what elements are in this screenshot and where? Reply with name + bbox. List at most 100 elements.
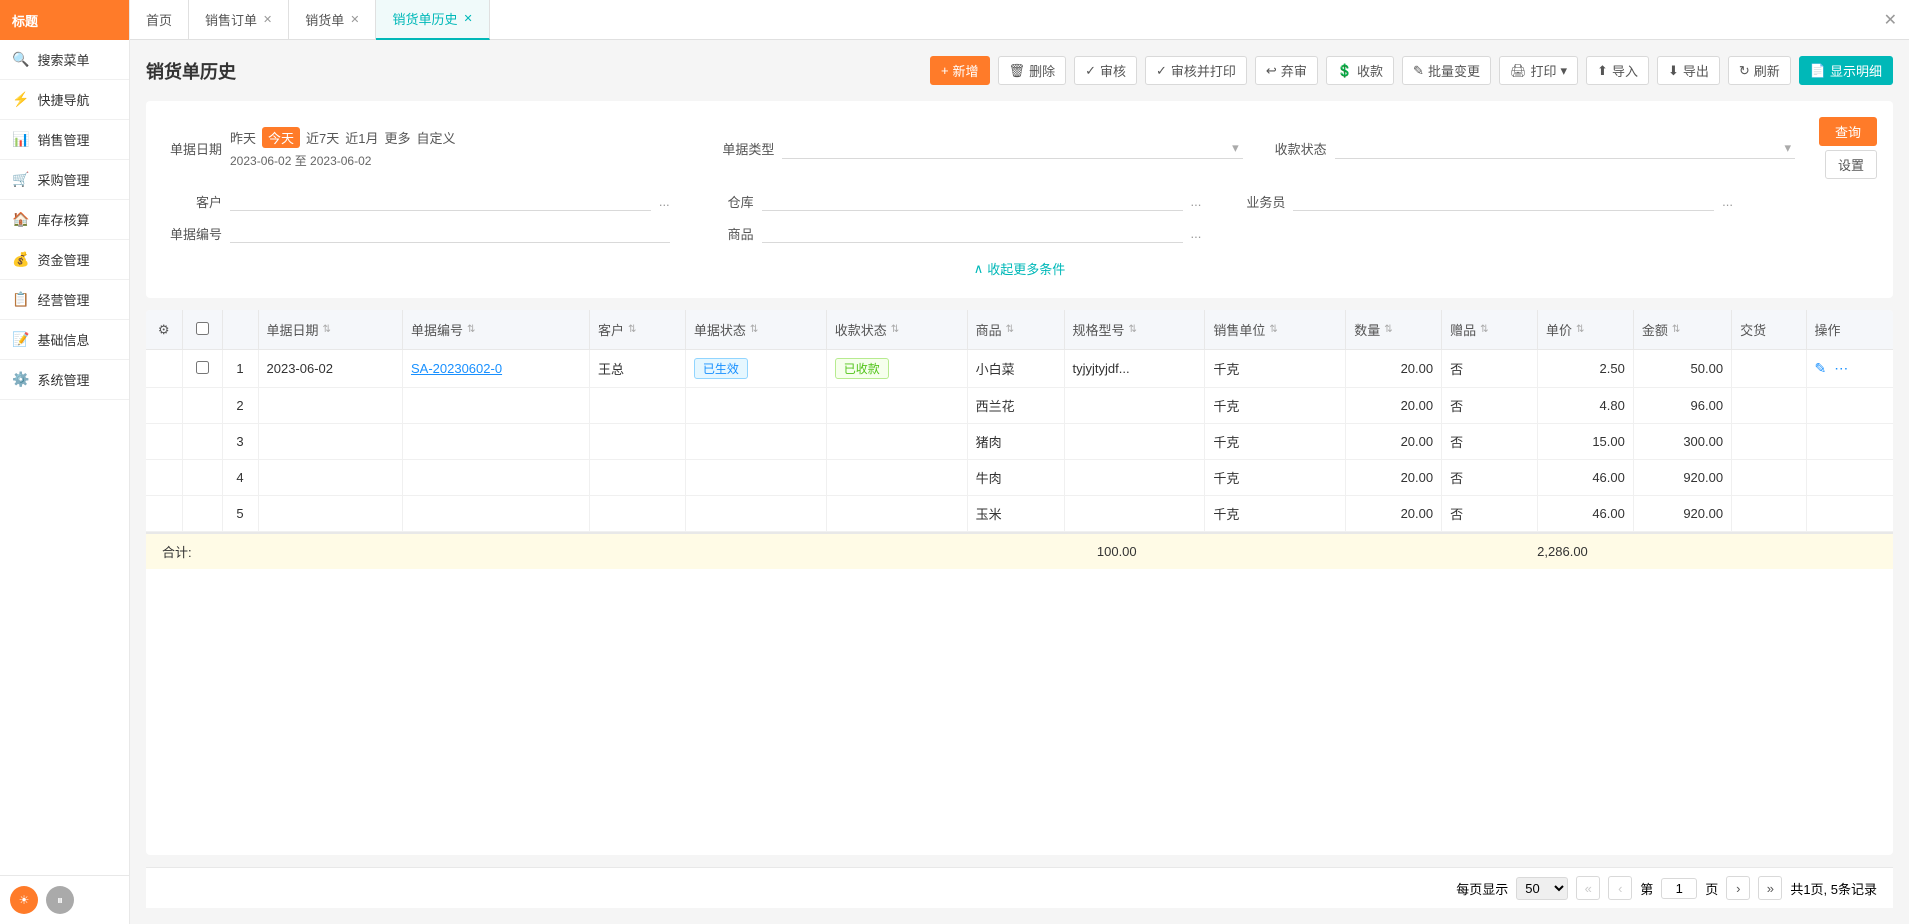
abandon-button[interactable]: ↩ 弃审 (1255, 56, 1318, 85)
filter-item-salesperson: 业务员 ... (1225, 191, 1733, 211)
page-input[interactable] (1661, 878, 1697, 899)
sidebar-item-sales-mgmt[interactable]: 📊 销售管理 (0, 120, 129, 160)
col-payment-status[interactable]: 收款状态⇅ (826, 310, 967, 350)
batch-change-button[interactable]: ✎ 批量变更 (1402, 56, 1491, 85)
cell-doc-status (685, 460, 826, 496)
last-page-btn[interactable]: » (1758, 876, 1782, 900)
docno-input[interactable] (230, 223, 670, 243)
add-button[interactable]: + 新增 (930, 56, 990, 85)
col-amount[interactable]: 金额⇅ (1633, 310, 1731, 350)
shortcut-today[interactable]: 今天 (262, 127, 300, 148)
more-icon[interactable]: ⋯ (1834, 360, 1848, 377)
tab-sales-history-close[interactable]: ✕ (464, 12, 473, 25)
cell-checkbox (182, 350, 222, 388)
per-page-select[interactable]: 50 100 (1516, 877, 1568, 900)
toolbar: + 新增 🗑 删除 ✓ 审核 ✓ 审核并打印 ↩ 弃审 (930, 56, 1893, 85)
customer-dots[interactable]: ... (659, 194, 670, 209)
sidebar-item-basic-info[interactable]: 📝 基础信息 (0, 320, 129, 360)
sidebar-item-inventory[interactable]: 🏠 库存核算 (0, 200, 129, 240)
cell-settings (146, 388, 182, 424)
first-page-btn[interactable]: « (1576, 876, 1600, 900)
table-row: 3 猪肉 千克 20.00 否 15.00 300.00 (146, 424, 1893, 460)
shortcut-more[interactable]: 更多 (385, 128, 411, 147)
refresh-button[interactable]: ↻ 刷新 (1728, 56, 1791, 85)
goods-dots[interactable]: ... (1191, 226, 1202, 241)
show-detail-button[interactable]: 📄 显示明细 (1799, 56, 1893, 85)
query-button[interactable]: 查询 (1819, 117, 1877, 146)
col-goods[interactable]: 商品⇅ (967, 310, 1064, 350)
sidebar-item-purchase-mgmt[interactable]: 🛒 采购管理 (0, 160, 129, 200)
sidebar-item-sys-mgmt[interactable]: ⚙️ 系统管理 (0, 360, 129, 400)
tab-sales-order[interactable]: 销售订单 ✕ (189, 0, 289, 40)
cell-amount: 50.00 (1633, 350, 1731, 388)
sidebar-item-label: 搜索菜单 (37, 50, 89, 69)
collect-button[interactable]: 💲 收款 (1326, 56, 1394, 85)
doc-no-link[interactable]: SA-20230602-0 (411, 361, 502, 376)
prev-page-btn[interactable]: ‹ (1608, 876, 1632, 900)
export-button[interactable]: ⬇ 导出 (1657, 56, 1720, 85)
tabs-close-all[interactable]: ✕ (1872, 10, 1909, 30)
sidebar-footer-btn-1[interactable]: ☀ (10, 886, 38, 914)
warehouse-input[interactable] (762, 191, 1183, 211)
col-spec[interactable]: 规格型号⇅ (1064, 310, 1205, 350)
table-container: ⚙ 单据日期⇅ 单据编号⇅ 客户⇅ 单据状态⇅ 收款状态⇅ 商品⇅ 规格型号⇅ … (146, 310, 1893, 855)
delete-button[interactable]: 🗑 删除 (998, 56, 1067, 85)
filter-item-date: 单据日期 昨天 今天 近7天 近1月 更多 自定义 2023-06-02 至 2… (162, 127, 690, 169)
col-qty[interactable]: 数量⇅ (1346, 310, 1442, 350)
edit-icon[interactable]: ✎ (1815, 360, 1827, 377)
select-all-checkbox[interactable] (196, 322, 209, 335)
warehouse-dots[interactable]: ... (1191, 194, 1202, 209)
sort-payment-status-icon: ⇅ (891, 324, 899, 335)
date-label: 单据日期 (162, 139, 222, 158)
cell-num: 5 (222, 496, 258, 532)
tab-home[interactable]: 首页 (130, 0, 189, 40)
collect-icon: 💲 (1337, 63, 1353, 79)
col-gift[interactable]: 赠品⇅ (1442, 310, 1538, 350)
sidebar-item-label: 系统管理 (37, 370, 89, 389)
payment-status-select[interactable]: ▾ (1335, 138, 1795, 159)
sort-customer-icon: ⇅ (628, 324, 636, 335)
salesperson-dots[interactable]: ... (1722, 194, 1733, 209)
row-checkbox[interactable] (196, 361, 209, 374)
sidebar-footer-btn-2[interactable]: ⏸ (46, 886, 74, 914)
doc-type-select[interactable]: ▾ (782, 138, 1242, 159)
cell-amount: 300.00 (1633, 424, 1731, 460)
salesperson-input[interactable] (1293, 191, 1714, 211)
shortcut-1month[interactable]: 近1月 (345, 128, 378, 147)
sidebar-item-quick-nav[interactable]: ⚡ 快捷导航 (0, 80, 129, 120)
payment-status-badge: 已收款 (835, 358, 889, 379)
goods-input[interactable] (762, 223, 1183, 243)
tab-sales-history[interactable]: 销货单历史 ✕ (376, 0, 489, 40)
approve-print-button[interactable]: ✓ 审核并打印 (1145, 56, 1247, 85)
tab-home-label: 首页 (146, 10, 172, 29)
col-customer[interactable]: 客户⇅ (590, 310, 686, 350)
customer-input[interactable] (230, 191, 651, 211)
tab-sales-goods[interactable]: 销货单 ✕ (289, 0, 376, 40)
filter-settings-button[interactable]: 设置 (1825, 150, 1877, 179)
collapse-button[interactable]: ∧ 收起更多条件 (162, 255, 1877, 282)
approve-button[interactable]: ✓ 审核 (1074, 56, 1137, 85)
next-page-btn[interactable]: › (1726, 876, 1750, 900)
col-doc-date[interactable]: 单据日期⇅ (258, 310, 402, 350)
sort-goods-icon: ⇅ (1006, 324, 1014, 335)
sidebar-header: 标题 (0, 0, 129, 40)
sidebar-item-search-menu[interactable]: 🔍 搜索菜单 (0, 40, 129, 80)
import-button[interactable]: ⬆ 导入 (1586, 56, 1649, 85)
cell-checkbox (182, 424, 222, 460)
shortcut-yesterday[interactable]: 昨天 (230, 128, 256, 147)
shortcut-custom[interactable]: 自定义 (417, 128, 456, 147)
shortcut-7days[interactable]: 近7天 (306, 128, 339, 147)
col-doc-status[interactable]: 单据状态⇅ (685, 310, 826, 350)
export-icon: ⬇ (1668, 63, 1679, 79)
print-button[interactable]: 🖨 打印 ▾ (1499, 56, 1578, 85)
sidebar-item-finance[interactable]: 💰 资金管理 (0, 240, 129, 280)
col-doc-no[interactable]: 单据编号⇅ (402, 310, 589, 350)
cell-payment-status (826, 388, 967, 424)
cell-doc-no (402, 388, 589, 424)
col-price[interactable]: 单价⇅ (1537, 310, 1633, 350)
tab-sales-order-close[interactable]: ✕ (263, 13, 272, 26)
sidebar-item-ops[interactable]: 📋 经营管理 (0, 280, 129, 320)
tab-sales-goods-close[interactable]: ✕ (350, 13, 359, 26)
col-unit[interactable]: 销售单位⇅ (1205, 310, 1346, 350)
col-settings[interactable]: ⚙ (146, 310, 182, 350)
